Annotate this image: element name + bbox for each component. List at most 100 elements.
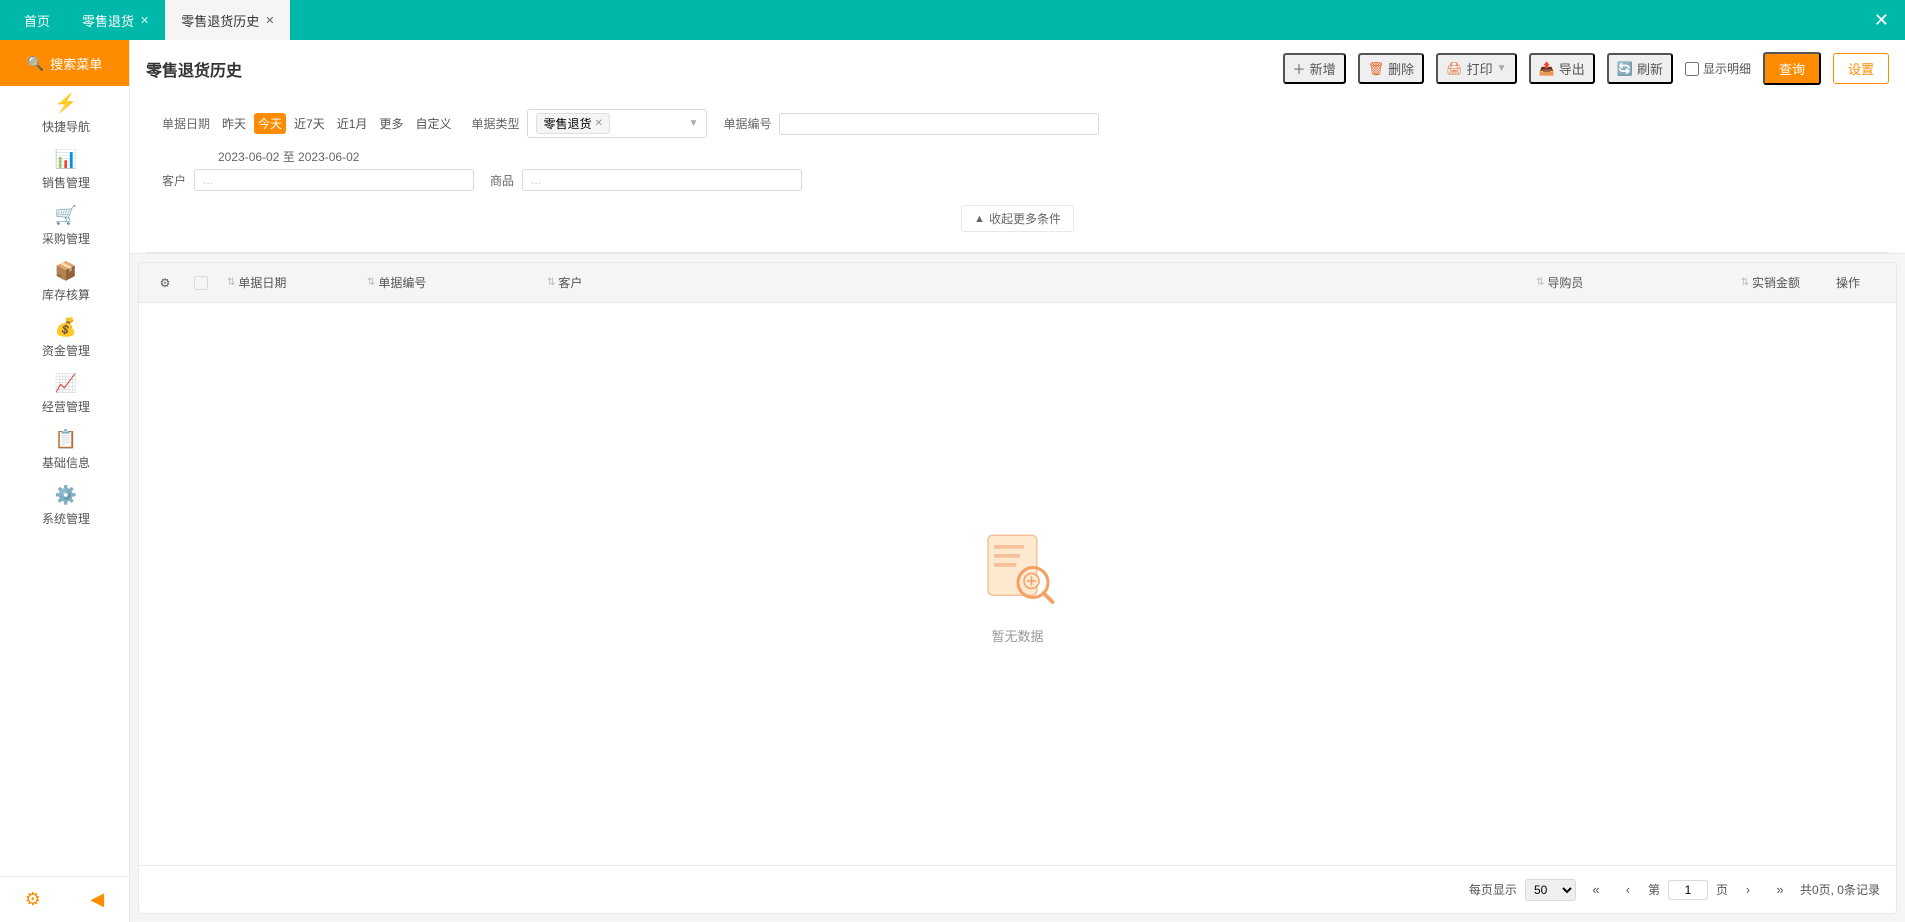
date-opt-yesterday[interactable]: 昨天 — [218, 113, 250, 134]
sidebar-item-sys-mgmt-label: 系统管理 — [42, 510, 90, 527]
doc-type-chevron-icon: ▼ — [689, 118, 699, 129]
pagination: 每页显示 50 10 20 100 « ‹ 第 页 › » 共0页, 0条记录 — [139, 865, 1896, 913]
sidebar-item-sys-mgmt[interactable]: ⚙️ 系统管理 — [0, 478, 129, 534]
th-guide-label: 导购员 — [1547, 274, 1583, 291]
page-first-btn[interactable]: « — [1584, 878, 1608, 902]
export-button[interactable]: 📤 导出 — [1529, 53, 1595, 84]
doc-num-input[interactable] — [779, 113, 1099, 135]
sidebar-bottom: ⚙ ◀ — [0, 876, 129, 922]
display-option: 显示明细 — [1685, 60, 1751, 77]
tab-bar: 首页 零售退货 ✕ 零售退货历史 ✕ — [8, 0, 1874, 40]
table-header: ⚙ ⇅ 单据日期 ⇅ 单据编号 ⇅ 客户 ⇅ — [139, 263, 1896, 303]
query-button[interactable]: 查询 — [1763, 52, 1821, 85]
date-opt-7days[interactable]: 近7天 — [290, 113, 329, 134]
tab-retail-return-history-close[interactable]: ✕ — [265, 14, 274, 27]
collapse-icon[interactable]: ◀ — [90, 889, 104, 910]
date-opt-1month[interactable]: 近1月 — [333, 113, 372, 134]
sidebar-item-finance[interactable]: 💰 资金管理 — [0, 310, 129, 366]
delete-label: 删除 — [1388, 59, 1414, 78]
customer-placeholder: ... — [203, 173, 213, 187]
date-range-text: 2023-06-02 至 2023-06-02 — [218, 148, 359, 165]
doc-date-label: 单据日期 — [162, 115, 210, 132]
top-bar-right: ✕ — [1874, 10, 1905, 31]
delete-icon: 🗑 — [1368, 61, 1385, 77]
date-opt-custom[interactable]: 自定义 — [411, 113, 455, 134]
th-checkbox[interactable] — [183, 276, 219, 290]
page-size-select[interactable]: 50 10 20 100 — [1525, 879, 1576, 901]
collapse-button[interactable]: ▲ 收起更多条件 — [961, 205, 1074, 232]
tab-retail-return-history[interactable]: 零售退货历史 ✕ — [165, 0, 290, 40]
th-action-label: 操作 — [1836, 274, 1860, 291]
goods-select[interactable]: ... — [522, 169, 802, 191]
sort-doc-num-icon[interactable]: ⇅ — [367, 277, 375, 288]
sidebar-item-quick-nav-label: 快捷导航 — [42, 118, 90, 135]
empty-text: 暂无数据 — [991, 626, 1043, 645]
th-date-label: 单据日期 — [238, 274, 286, 291]
th-customer: ⇅ 客户 — [539, 274, 1528, 291]
delete-button[interactable]: 🗑 删除 — [1358, 53, 1425, 84]
date-opt-more[interactable]: 更多 — [375, 113, 407, 134]
settings-button[interactable]: 设置 — [1833, 53, 1889, 84]
sidebar-item-purchase-mgmt[interactable]: 🛒 采购管理 — [0, 198, 129, 254]
page-last-btn[interactable]: » — [1768, 878, 1792, 902]
th-doc-num-label: 单据编号 — [378, 274, 426, 291]
tab-retail-return[interactable]: 零售退货 ✕ — [66, 0, 165, 40]
add-icon: ＋ — [1293, 59, 1306, 78]
sort-guide-icon[interactable]: ⇅ — [1536, 277, 1544, 288]
sidebar-item-sales-mgmt[interactable]: 📊 销售管理 — [0, 142, 129, 198]
print-chevron-icon: ▼ — [1497, 63, 1507, 74]
search-icon: 🔍 — [27, 55, 44, 72]
sidebar-item-base-info[interactable]: 📋 基础信息 — [0, 422, 129, 478]
filter-doc-type: 单据类型 零售退货 ✕ ▼ — [471, 109, 707, 138]
goods-placeholder: ... — [531, 173, 541, 187]
filter-date-range-item: 2023-06-02 至 2023-06-02 — [162, 148, 359, 165]
operations-icon: 📈 — [55, 373, 77, 394]
customer-label: 客户 — [162, 172, 186, 189]
display-detail-checkbox[interactable] — [1685, 62, 1699, 76]
sidebar-item-operations[interactable]: 📈 经营管理 — [0, 366, 129, 422]
toolbar: ＋ 新增 🗑 删除 🖨 打印 ▼ 📤 导出 — [1283, 52, 1889, 85]
sidebar-search[interactable]: 🔍 搜索菜单 — [0, 40, 129, 86]
sort-amount-icon[interactable]: ⇅ — [1741, 277, 1749, 288]
sidebar-item-inventory-label: 库存核算 — [42, 286, 90, 303]
collapse-row: ▲ 收起更多条件 — [162, 201, 1873, 240]
print-button[interactable]: 🖨 打印 ▼ — [1436, 53, 1516, 84]
page-unit: 页 — [1716, 881, 1728, 898]
page-label: 第 — [1648, 881, 1660, 898]
window-close-icon[interactable]: ✕ — [1874, 10, 1889, 30]
customer-select[interactable]: ... — [194, 169, 474, 191]
tab-retail-return-close[interactable]: ✕ — [140, 14, 149, 27]
refresh-button[interactable]: 🔄 刷新 — [1607, 53, 1673, 84]
sidebar-item-inventory[interactable]: 📦 库存核算 — [0, 254, 129, 310]
tab-home[interactable]: 首页 — [8, 0, 66, 40]
date-opt-today[interactable]: 今天 — [254, 113, 286, 134]
column-settings-icon[interactable]: ⚙ — [160, 276, 171, 290]
page-prev-btn[interactable]: ‹ — [1616, 878, 1640, 902]
empty-state-icon — [973, 524, 1063, 614]
add-button[interactable]: ＋ 新增 — [1283, 53, 1346, 84]
sort-customer-icon[interactable]: ⇅ — [547, 277, 555, 288]
doc-type-select[interactable]: 零售退货 ✕ ▼ — [527, 109, 707, 138]
th-settings[interactable]: ⚙ — [147, 276, 183, 290]
page-input[interactable] — [1668, 880, 1708, 900]
doc-num-label: 单据编号 — [723, 115, 771, 132]
settings-icon[interactable]: ⚙ — [25, 889, 41, 910]
doc-type-tag-label: 零售退货 — [543, 115, 591, 132]
export-label: 导出 — [1559, 59, 1585, 78]
page-title-row: 零售退货历史 ＋ 新增 🗑 删除 🖨 打印 ▼ — [146, 52, 1889, 85]
th-doc-num: ⇅ 单据编号 — [359, 274, 539, 291]
sidebar-item-quick-nav[interactable]: ⚡ 快捷导航 — [0, 86, 129, 142]
doc-type-tag: 零售退货 ✕ — [536, 113, 609, 134]
empty-state: 暂无数据 — [139, 303, 1896, 865]
sort-date-icon[interactable]: ⇅ — [227, 277, 235, 288]
filter-doc-date: 单据日期 昨天 今天 近7天 近1月 更多 自定义 — [162, 113, 455, 134]
goods-label: 商品 — [490, 172, 514, 189]
top-bar: 首页 零售退货 ✕ 零售退货历史 ✕ ✕ — [0, 0, 1905, 40]
doc-type-tag-remove[interactable]: ✕ — [594, 118, 602, 129]
th-guide: ⇅ 导购员 — [1528, 274, 1688, 291]
date-options: 昨天 今天 近7天 近1月 更多 自定义 — [218, 113, 455, 134]
content-area: 零售退货历史 ＋ 新增 🗑 删除 🖨 打印 ▼ — [130, 40, 1905, 922]
page-next-btn[interactable]: › — [1736, 878, 1760, 902]
filter-row-1: 单据日期 昨天 今天 近7天 近1月 更多 自定义 单据类型 — [162, 109, 1873, 138]
select-all-checkbox[interactable] — [194, 276, 208, 290]
